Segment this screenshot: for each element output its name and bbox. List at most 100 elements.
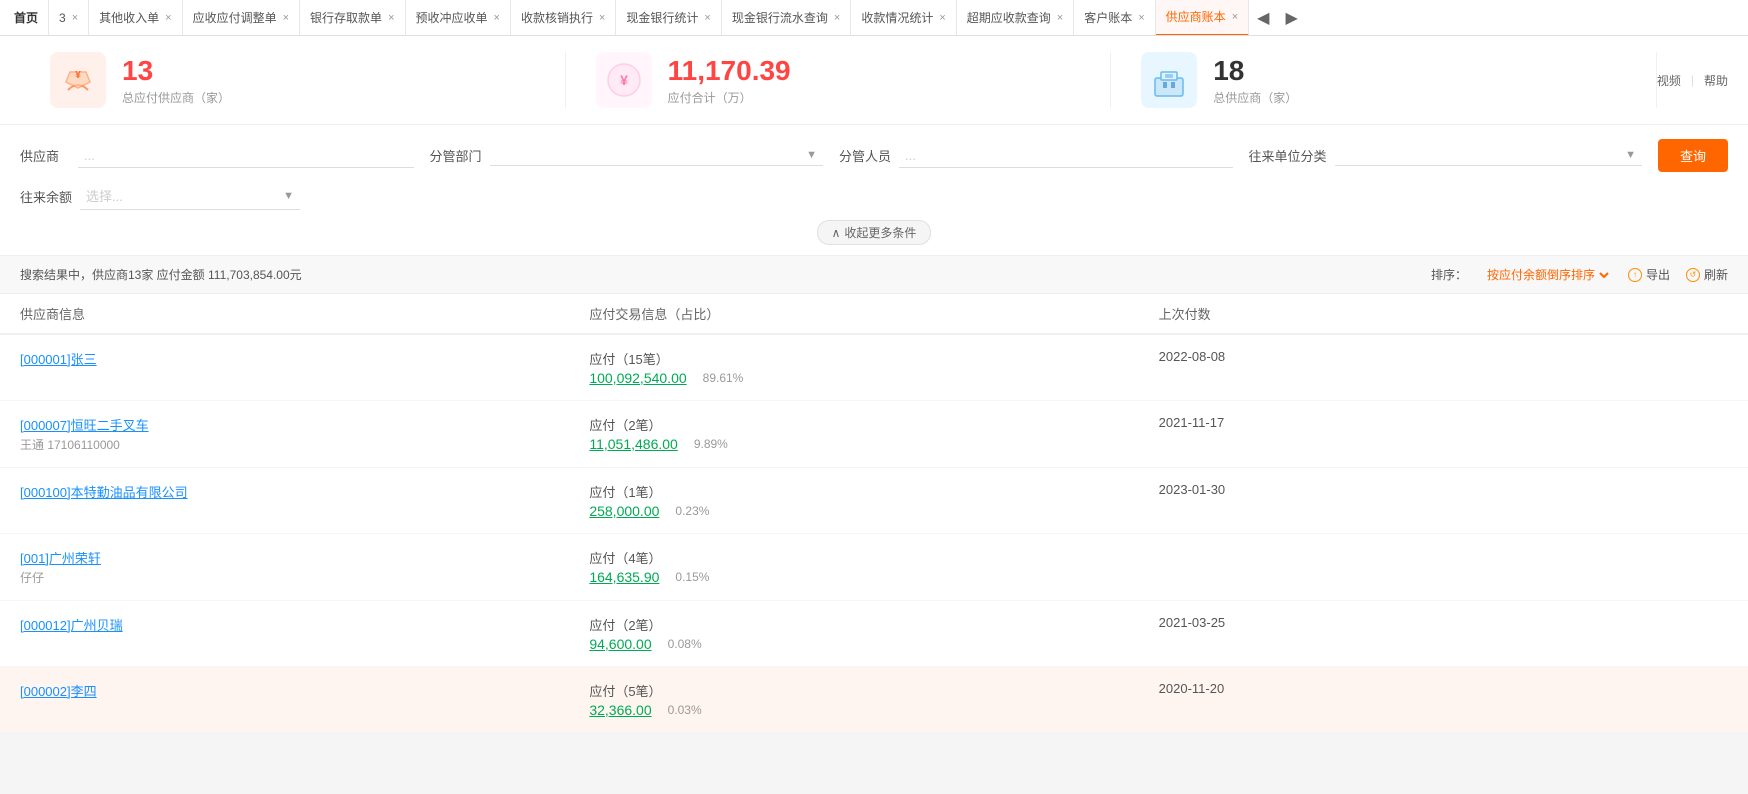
chevron-down-icon: ▼	[283, 190, 294, 202]
summary-bar: ¥ 13 总应付供应商（家） ¥ 11,170.39 应付合计（万）	[0, 36, 1748, 125]
nav-tab-payment-verify[interactable]: 收款核销执行 ×	[511, 0, 616, 36]
trans-amount-2[interactable]: 11,051,486.00	[589, 436, 678, 452]
nav-tab-advance-offset-label: 预收冲应收单	[416, 9, 488, 26]
chevron-up-icon: ∧	[832, 226, 841, 240]
supplier-cell-6: [000002]李四	[20, 681, 589, 700]
trans-row-4: 164,635.90 0.15%	[589, 569, 1158, 585]
trans-amount-3[interactable]: 258,000.00	[589, 503, 659, 519]
total-suppliers-value: 18	[1213, 54, 1297, 88]
person-label: 分管人员	[839, 146, 891, 165]
nav-tab-cash-bank-stat-label: 现金银行统计	[626, 9, 698, 26]
table-body: [000001]张三 应付（15笔） 100,092,540.00 89.61%…	[0, 335, 1748, 733]
transaction-cell-3: 应付（1笔） 258,000.00 0.23%	[589, 482, 1158, 519]
trans-percent-5: 0.08%	[668, 637, 702, 651]
trans-amount-4[interactable]: 164,635.90	[589, 569, 659, 585]
nav-arrow-right[interactable]: ▶	[1277, 8, 1305, 28]
close-icon[interactable]: ×	[939, 12, 945, 24]
nav-tab-collection-stat[interactable]: 收款情况统计 ×	[851, 0, 956, 36]
sort-select[interactable]: 按应付余额倒序排序	[1483, 267, 1612, 283]
summary-info-total-payable: 11,170.39 应付合计（万）	[668, 54, 791, 107]
refresh-button[interactable]: ↺ 刷新	[1686, 266, 1728, 283]
close-icon[interactable]: ×	[1057, 12, 1063, 24]
trans-amount-5[interactable]: 94,600.00	[589, 636, 651, 652]
export-button[interactable]: ↑ 导出	[1628, 266, 1670, 283]
nav-tab-bank-deposit[interactable]: 银行存取款单 ×	[300, 0, 405, 36]
supplier-link-6[interactable]: [000002]李四	[20, 681, 589, 700]
last-payment-date-5: 2021-03-25	[1159, 615, 1226, 630]
collapse-btn-label: 收起更多条件	[844, 224, 916, 241]
close-icon[interactable]: ×	[388, 12, 394, 24]
refresh-icon: ↺	[1686, 268, 1700, 282]
transaction-cell-5: 应付（2笔） 94,600.00 0.08%	[589, 615, 1158, 652]
balance-dropdown[interactable]: 选择... ▼	[80, 182, 300, 210]
close-icon[interactable]: ×	[283, 12, 289, 24]
supplier-input[interactable]	[78, 144, 414, 168]
collapse-bar: ∧ 收起更多条件	[20, 220, 1728, 245]
supplier-link-3[interactable]: [000100]本特勤油品有限公司	[20, 482, 589, 501]
close-icon[interactable]: ×	[704, 12, 710, 24]
trans-percent-3: 0.23%	[675, 504, 709, 518]
video-link[interactable]: 视频	[1657, 72, 1681, 89]
filter-item-supplier: 供应商	[20, 144, 414, 168]
close-icon[interactable]: ×	[494, 12, 500, 24]
trans-amount-1[interactable]: 100,092,540.00	[589, 370, 686, 386]
dept-label: 分管部门	[430, 146, 482, 165]
col-header-last-payment: 上次付数	[1159, 304, 1539, 323]
table-row: [001]广州荣轩 仔仔 应付（4笔） 164,635.90 0.15%	[0, 534, 1748, 601]
nav-tab-customer-account[interactable]: 客户账本 ×	[1074, 0, 1155, 36]
export-label: 导出	[1646, 266, 1670, 283]
filter-item-dept: 分管部门 ▼	[430, 145, 824, 166]
transaction-cell-6: 应付（5笔） 32,366.00 0.03%	[589, 681, 1158, 718]
person-input[interactable]	[899, 144, 1232, 168]
help-link[interactable]: 帮助	[1704, 72, 1728, 89]
result-info: 搜索结果中，供应商13家 应付金额 111,703,854.00元	[20, 266, 302, 283]
supplier-link-1[interactable]: [000001]张三	[20, 349, 589, 368]
nav-tab-3[interactable]: 3 ×	[49, 0, 89, 36]
close-icon[interactable]: ×	[599, 12, 605, 24]
nav-tab-supplier-account[interactable]: 供应商账本 ×	[1156, 0, 1249, 36]
nav-tab-home[interactable]: 首页	[4, 0, 49, 36]
table-row: [000007]恒旺二手叉车 王通 17106110000 应付（2笔） 11,…	[0, 401, 1748, 468]
trans-label-3: 应付（1笔）	[589, 482, 1158, 501]
supplier-cell-3: [000100]本特勤油品有限公司	[20, 482, 589, 501]
nav-tab-advance-offset[interactable]: 预收冲应收单 ×	[406, 0, 511, 36]
supplier-link-4[interactable]: [001]广州荣轩	[20, 548, 589, 567]
category-dropdown[interactable]: ▼	[1335, 145, 1642, 166]
category-label: 往来单位分类	[1249, 146, 1327, 165]
table-row: [000100]本特勤油品有限公司 应付（1笔） 258,000.00 0.23…	[0, 468, 1748, 534]
trans-label-4: 应付（4笔）	[589, 548, 1158, 567]
nav-tab-supplier-account-label: 供应商账本	[1166, 8, 1226, 25]
col-header-extra	[1538, 304, 1728, 323]
supplier-link-2[interactable]: [000007]恒旺二手叉车	[20, 415, 589, 434]
last-payment-cell-3: 2023-01-30	[1159, 482, 1539, 497]
nav-tab-ap-adjust[interactable]: 应收应付调整单 ×	[183, 0, 300, 36]
supplier-link-5[interactable]: [000012]广州贝瑞	[20, 615, 589, 634]
supplier-sub-4: 仔仔	[20, 569, 589, 586]
trans-label-6: 应付（5笔）	[589, 681, 1158, 700]
nav-arrow-left[interactable]: ◀	[1249, 8, 1277, 28]
nav-tab-cash-bank-flow[interactable]: 现金银行流水查询 ×	[722, 0, 851, 36]
close-icon[interactable]: ×	[1138, 12, 1144, 24]
dept-dropdown[interactable]: ▼	[490, 145, 823, 166]
last-payment-cell-5: 2021-03-25	[1159, 615, 1539, 630]
query-button[interactable]: 查询	[1658, 139, 1728, 172]
close-icon[interactable]: ×	[834, 12, 840, 24]
nav-tab-overdue-query[interactable]: 超期应收款查询 ×	[957, 0, 1074, 36]
nav-tab-other-income[interactable]: 其他收入单 ×	[89, 0, 182, 36]
summary-info-payable-suppliers: 13 总应付供应商（家）	[122, 54, 230, 107]
nav-tab-cash-bank-stat[interactable]: 现金银行统计 ×	[616, 0, 721, 36]
collapse-button[interactable]: ∧ 收起更多条件	[817, 220, 932, 245]
close-icon[interactable]: ×	[1232, 11, 1238, 23]
filter-row-1: 供应商 分管部门 ▼ 分管人员 往来单位分类 ▼ 查询	[20, 139, 1728, 172]
trans-label-2: 应付（2笔）	[589, 415, 1158, 434]
close-icon[interactable]: ×	[72, 12, 78, 24]
table-row: [000012]广州贝瑞 应付（2笔） 94,600.00 0.08% 2021…	[0, 601, 1748, 667]
trans-amount-6[interactable]: 32,366.00	[589, 702, 651, 718]
svg-text:¥: ¥	[75, 70, 81, 81]
close-icon[interactable]: ×	[165, 12, 171, 24]
summary-card-total-payable: ¥ 11,170.39 应付合计（万）	[566, 52, 1112, 108]
nav-tab-overdue-query-label: 超期应收款查询	[967, 9, 1051, 26]
trans-label-5: 应付（2笔）	[589, 615, 1158, 634]
sort-label: 排序：	[1431, 266, 1467, 283]
supplier-cell-5: [000012]广州贝瑞	[20, 615, 589, 634]
